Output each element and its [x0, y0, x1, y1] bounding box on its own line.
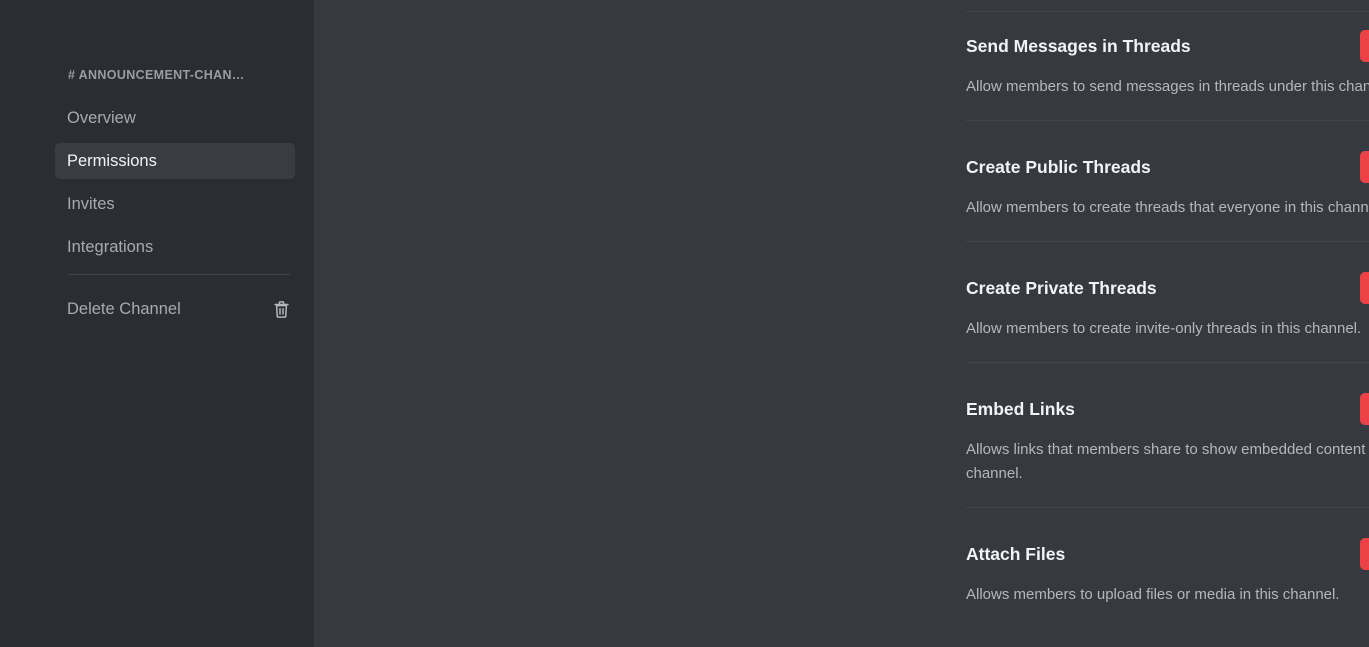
permissions-panel: Send Messages in Threads / Allow members t…: [314, 0, 1369, 647]
permission-rows: Send Messages in Threads / Allow members t…: [966, 0, 1369, 628]
permission-toggle[interactable]: /: [1360, 30, 1369, 62]
permission-header: Create Public Threads /: [966, 151, 1369, 183]
permission-toggle[interactable]: /: [1360, 272, 1369, 304]
permission-header: Create Private Threads /: [966, 272, 1369, 304]
permission-description: Allow members to create threads that eve…: [966, 199, 1369, 216]
permissions-list: Send Messages in Threads / Allow members t…: [966, 0, 1369, 628]
permission-deny-option[interactable]: [1360, 151, 1369, 183]
permission-title: Embed Links: [966, 399, 1075, 419]
permission-row: Send Messages in Threads / Allow members t…: [966, 0, 1369, 120]
settings-sidebar: # ANNOUNCEMENT-CHAN… Overview Permissions…: [0, 0, 314, 647]
permission-toggle[interactable]: /: [1360, 393, 1369, 425]
permission-row: Embed Links / Allows links that members sh…: [966, 362, 1369, 507]
permission-deny-option[interactable]: [1360, 393, 1369, 425]
settings-nav: Overview Permissions Invites Integrations: [55, 100, 295, 272]
permission-deny-option[interactable]: [1360, 30, 1369, 62]
permission-deny-option[interactable]: [1360, 272, 1369, 304]
permission-header: Embed Links /: [966, 393, 1369, 425]
permission-description: Allows links that members share to show …: [966, 441, 1369, 482]
sidebar-item-permissions[interactable]: Permissions: [55, 143, 295, 179]
permission-header: Send Messages in Threads /: [966, 30, 1369, 62]
permission-toggle[interactable]: /: [1360, 151, 1369, 183]
permission-title: Create Private Threads: [966, 278, 1157, 298]
sidebar-divider: [68, 274, 290, 275]
sidebar-item-overview[interactable]: Overview: [55, 100, 295, 136]
permission-title: Create Public Threads: [966, 157, 1151, 177]
delete-channel-button[interactable]: Delete Channel: [67, 292, 290, 326]
permission-row: Attach Files / Allows members to upload fi…: [966, 507, 1369, 628]
permission-row: Create Public Threads / Allow members to c…: [966, 120, 1369, 241]
permission-toggle[interactable]: /: [1360, 538, 1369, 570]
sidebar-item-invites[interactable]: Invites: [55, 186, 295, 222]
permission-description: Allow members to create invite-only thre…: [966, 320, 1362, 337]
permission-deny-option[interactable]: [1360, 538, 1369, 570]
permission-title: Send Messages in Threads: [966, 36, 1191, 56]
permission-description: Allows members to upload files or media …: [966, 586, 1340, 603]
channel-settings-screen: # ANNOUNCEMENT-CHAN… Overview Permissions…: [0, 0, 1369, 647]
permission-header: Attach Files /: [966, 538, 1369, 570]
sidebar-item-integrations[interactable]: Integrations: [55, 229, 295, 265]
permission-description: Allow members to send messages in thread…: [966, 78, 1369, 95]
permission-title: Attach Files: [966, 544, 1066, 564]
trash-icon: [273, 300, 290, 319]
channel-name-header: # ANNOUNCEMENT-CHAN…: [68, 68, 245, 82]
permission-row: Create Private Threads / Allow members to …: [966, 241, 1369, 362]
delete-channel-label: Delete Channel: [67, 299, 181, 318]
